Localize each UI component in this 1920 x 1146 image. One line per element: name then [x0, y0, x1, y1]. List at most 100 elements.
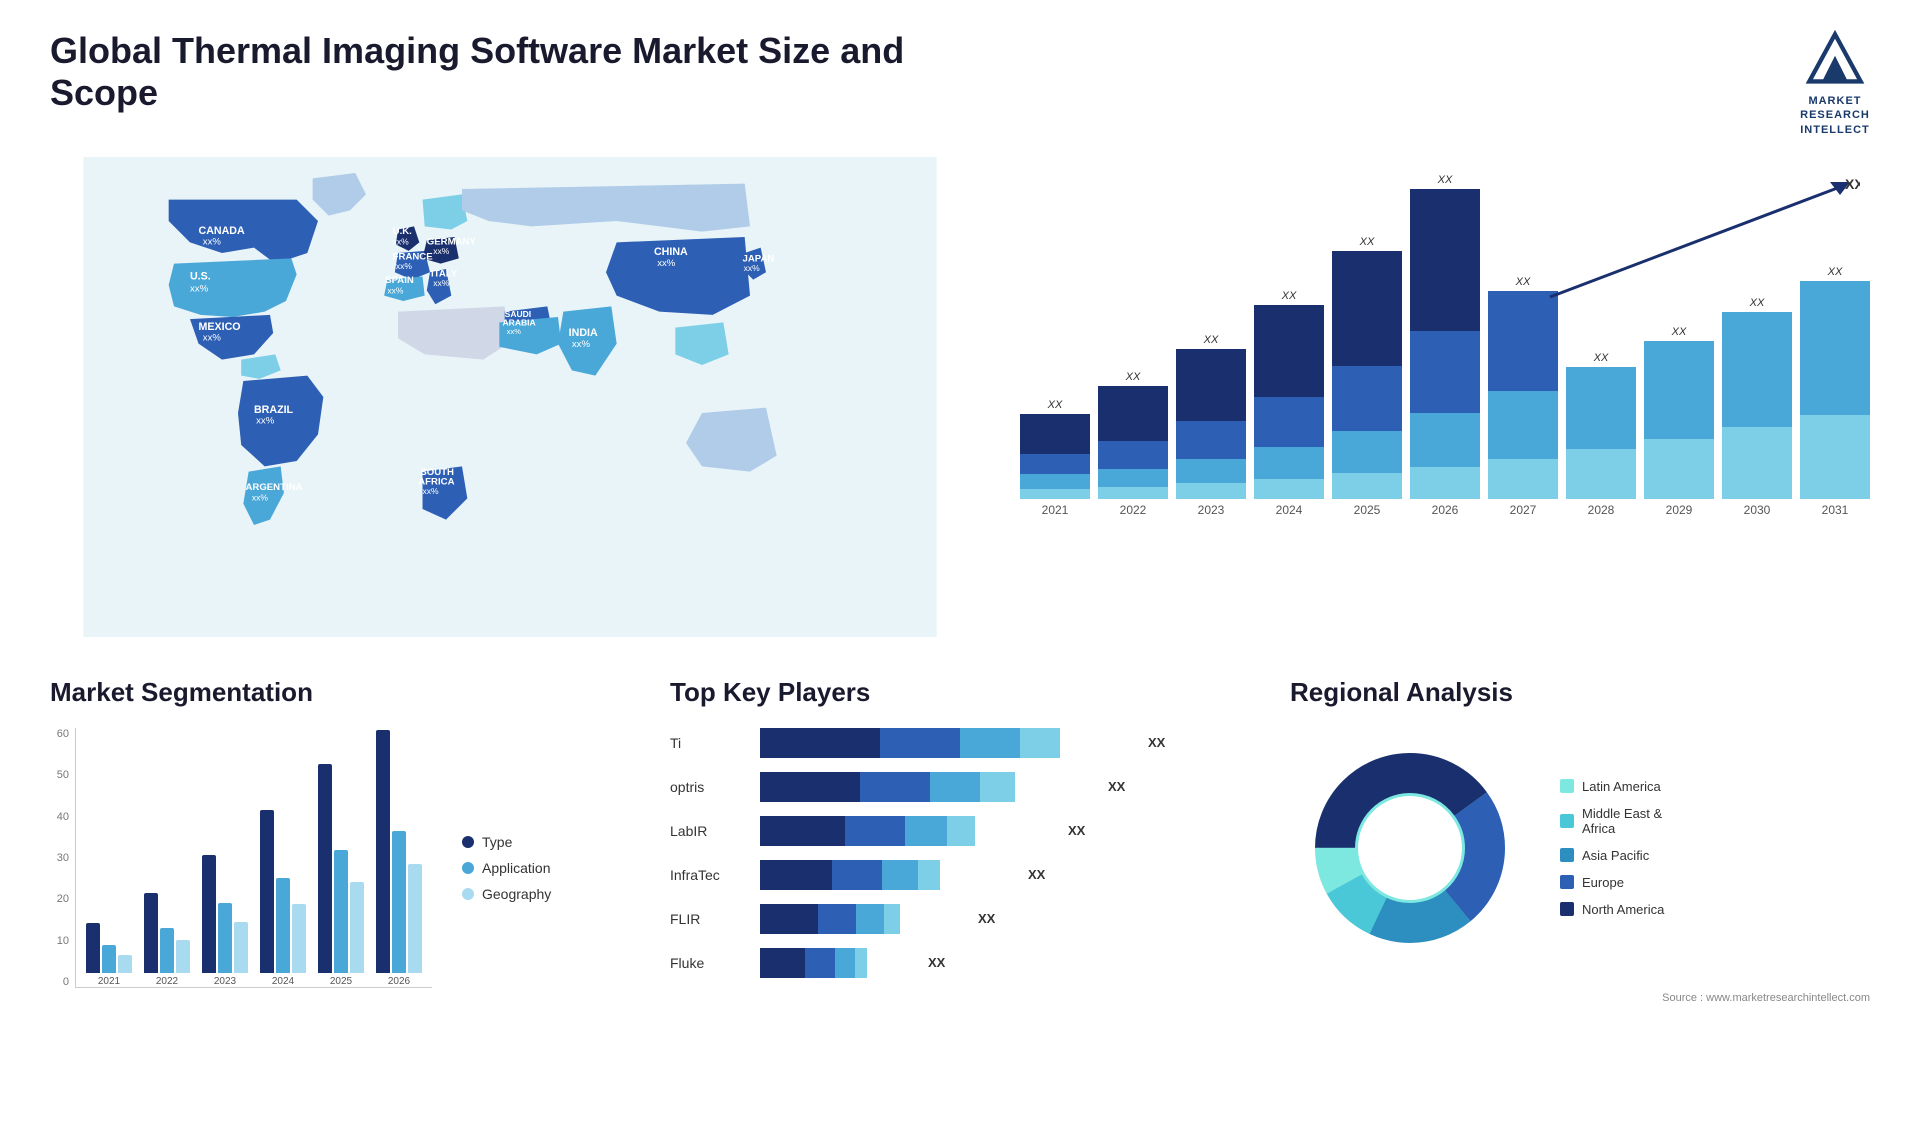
player-xx-infratec: XX [1028, 867, 1045, 882]
legend-latin-america: Latin America [1560, 779, 1664, 794]
argentina-label: ARGENTINA [245, 482, 302, 493]
legend-geography: Geography [462, 886, 551, 902]
legend-latin-color [1560, 779, 1574, 793]
donut-chart [1290, 728, 1530, 968]
player-bar-optris: XX [760, 772, 1250, 802]
players-title: Top Key Players [670, 677, 1250, 708]
map-section: CANADA xx% U.S. xx% MEXICO xx% BRAZIL xx… [50, 157, 970, 637]
player-bar-infratec: XX [760, 860, 1250, 890]
player-row-labir: LabIR XX [670, 816, 1250, 846]
legend-geo-dot [462, 888, 474, 900]
seg-group-2025: 2025 [318, 764, 364, 987]
player-row-optris: optris XX [670, 772, 1250, 802]
china-label: CHINA [654, 246, 688, 258]
svg-text:xx%: xx% [744, 263, 761, 273]
svg-text:xx%: xx% [387, 285, 404, 295]
player-xx-ti: XX [1148, 735, 1165, 750]
legend-asia-label: Asia Pacific [1582, 848, 1649, 863]
player-row-infratec: InfraTec XX [670, 860, 1250, 890]
player-bar-ti: XX [760, 728, 1250, 758]
seg-group-2021: 2021 [86, 923, 132, 987]
page-title: Global Thermal Imaging Software Market S… [50, 30, 950, 114]
legend-type: Type [462, 834, 551, 850]
brazil-label: BRAZIL [254, 404, 294, 416]
seg-legend: Type Application Geography [462, 834, 551, 902]
svg-text:xx%: xx% [252, 492, 269, 502]
legend-type-dot [462, 836, 474, 848]
player-row-ti: Ti XX [670, 728, 1250, 758]
regional-legend: Latin America Middle East &Africa Asia P… [1560, 779, 1664, 917]
segmentation-title: Market Segmentation [50, 677, 630, 708]
player-bar-flir: XX [760, 904, 1250, 934]
svg-text:XX: XX [1845, 177, 1860, 192]
source-text: Source : www.marketresearchintellect.com [1662, 992, 1870, 1004]
bar-chart-wrapper: XX XX 2021 XX [1010, 167, 1870, 587]
svg-text:xx%: xx% [572, 339, 591, 350]
canada-label: CANADA [199, 225, 245, 237]
regional-title: Regional Analysis [1290, 677, 1870, 708]
legend-mideast-color [1560, 814, 1574, 828]
player-name-fluke: Fluke [670, 955, 750, 971]
legend-middle-east: Middle East &Africa [1560, 806, 1664, 836]
player-xx-labir: XX [1068, 823, 1085, 838]
donut-area: Latin America Middle East &Africa Asia P… [1290, 728, 1870, 968]
legend-app-dot [462, 862, 474, 874]
player-xx-optris: XX [1108, 779, 1125, 794]
scandinavia-region [423, 194, 468, 229]
legend-mideast-label: Middle East &Africa [1582, 806, 1662, 836]
seg-y-axis: 60 50 40 30 20 10 0 [50, 728, 75, 1008]
seg-group-2023: 2023 [202, 855, 248, 987]
players-section: Top Key Players Ti XX optris [670, 667, 1250, 1067]
source-container: Source : www.marketresearchintellect.com [1290, 988, 1870, 1006]
svg-text:xx%: xx% [433, 246, 450, 256]
logo-icon [1800, 30, 1870, 90]
svg-text:xx%: xx% [507, 327, 521, 336]
seg-group-2022: 2022 [144, 893, 190, 987]
svg-text:xx%: xx% [190, 283, 209, 294]
top-row: CANADA xx% U.S. xx% MEXICO xx% BRAZIL xx… [50, 157, 1870, 637]
page-header: Global Thermal Imaging Software Market S… [50, 30, 1870, 137]
seg-group-2026: 2026 [376, 730, 422, 987]
svg-text:xx%: xx% [256, 416, 275, 427]
svg-text:xx%: xx% [657, 258, 676, 269]
spain-label: SPAIN [385, 275, 414, 286]
player-name-flir: FLIR [670, 911, 750, 927]
legend-europe: Europe [1560, 875, 1664, 890]
legend-type-label: Type [482, 834, 512, 850]
player-xx-fluke: XX [928, 955, 945, 970]
legend-geo-label: Geography [482, 886, 551, 902]
legend-europe-label: Europe [1582, 875, 1624, 890]
seg-chart-with-axis: 60 50 40 30 20 10 0 [50, 728, 432, 1008]
logo: MARKETRESEARCHINTELLECT [1800, 30, 1870, 137]
player-xx-flir: XX [978, 911, 995, 926]
player-name-ti: Ti [670, 735, 750, 751]
player-row-flir: FLIR XX [670, 904, 1250, 934]
legend-application: Application [462, 860, 551, 876]
player-name-infratec: InfraTec [670, 867, 750, 883]
legend-latin-label: Latin America [1582, 779, 1661, 794]
players-chart: Ti XX optris [670, 728, 1250, 978]
legend-north-america: North America [1560, 902, 1664, 917]
legend-europe-color [1560, 875, 1574, 889]
player-name-labir: LabIR [670, 823, 750, 839]
segmentation-section: Market Segmentation 60 50 40 30 20 10 0 [50, 667, 630, 1067]
uk-label: U.K. [393, 226, 412, 237]
bottom-row: Market Segmentation 60 50 40 30 20 10 0 [50, 667, 1870, 1067]
growth-arrow: XX [1540, 177, 1860, 307]
seg-chart-area: 60 50 40 30 20 10 0 [50, 728, 630, 1008]
svg-text:xx%: xx% [393, 236, 410, 246]
legend-na-color [1560, 902, 1574, 916]
legend-asia-pacific: Asia Pacific [1560, 848, 1664, 863]
svg-text:xx%: xx% [396, 261, 413, 271]
player-bar-fluke: XX [760, 948, 1250, 978]
svg-text:xx%: xx% [203, 332, 222, 343]
legend-app-label: Application [482, 860, 551, 876]
player-name-optris: optris [670, 779, 750, 795]
player-row-fluke: Fluke XX [670, 948, 1250, 978]
legend-asia-color [1560, 848, 1574, 862]
legend-na-label: North America [1582, 902, 1664, 917]
logo-text: MARKETRESEARCHINTELLECT [1800, 94, 1870, 137]
india-label: INDIA [569, 327, 598, 339]
us-label: U.S. [190, 271, 211, 283]
svg-text:xx%: xx% [203, 236, 222, 247]
